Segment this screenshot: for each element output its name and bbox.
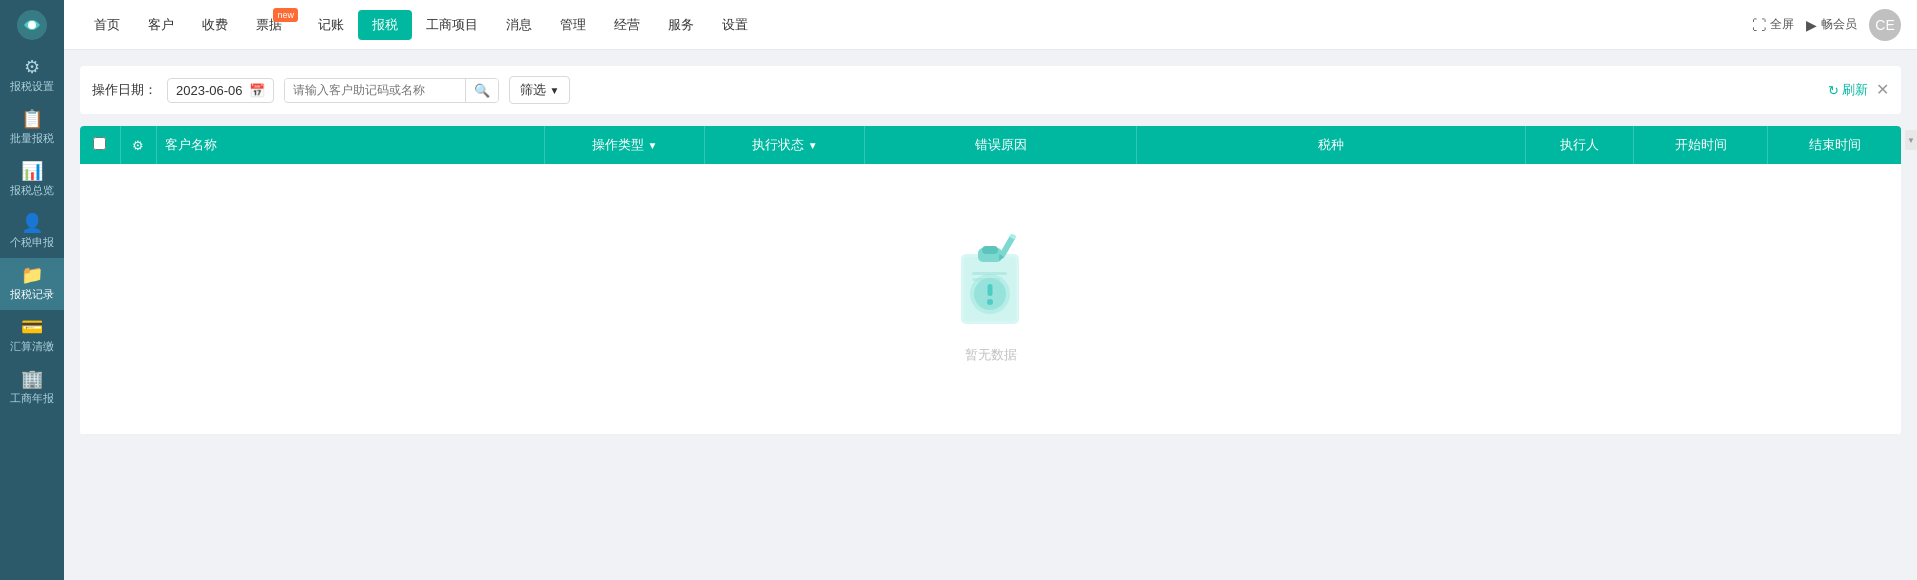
col-customer-name: 客户名称	[156, 126, 544, 164]
col-end-time: 结束时间	[1768, 126, 1901, 164]
search-button[interactable]: 🔍	[465, 79, 498, 102]
sidebar-item-huisuan-jiaona[interactable]: 💳 汇算清缴	[0, 310, 64, 362]
avatar[interactable]: CE	[1869, 9, 1901, 41]
member-icon: ▶	[1806, 17, 1817, 33]
sidebar-item-geshui-shenbao[interactable]: 👤 个税申报	[0, 206, 64, 258]
col-settings-header: ⚙	[120, 126, 156, 164]
sidebar-item-baoshui-shezhi[interactable]: ⚙ 报税设置	[0, 50, 64, 102]
sidebar-item-label: 报税总览	[10, 183, 54, 198]
batch-icon: 📋	[21, 110, 43, 128]
topnav-right: ⛶ 全屏 ▶ 畅会员 CE	[1752, 9, 1901, 41]
main-area: 首页 客户 收费 票据 new 记账 报税 工商项目 消息 管理 经营 服务 设…	[64, 0, 1917, 580]
svg-point-1	[28, 21, 36, 29]
fullscreen-button[interactable]: ⛶ 全屏	[1752, 16, 1794, 33]
nav-shoufei[interactable]: 收费	[188, 0, 242, 50]
personal-tax-icon: 👤	[21, 214, 43, 232]
close-button[interactable]: ✕	[1876, 82, 1889, 98]
col-exec-status: 执行状态 ▼	[705, 126, 865, 164]
col-operation-type: 操作类型 ▼	[544, 126, 704, 164]
sidebar: ⚙ 报税设置 📋 批量报税 📊 报税总览 👤 个税申报 📁 报税记录 💳 汇算清…	[0, 0, 64, 580]
empty-illustration	[946, 234, 1036, 334]
fullscreen-label: 全屏	[1770, 16, 1794, 33]
member-label: 畅会员	[1821, 16, 1857, 33]
avatar-text: CE	[1875, 17, 1894, 33]
sort-icon: ▼	[808, 140, 818, 151]
sidebar-item-baoshui-zonglan[interactable]: 📊 报税总览	[0, 154, 64, 206]
nav-shezhi[interactable]: 设置	[708, 0, 762, 50]
svg-point-9	[987, 299, 993, 305]
page-body: 操作日期： 2023-06-06 📅 🔍 筛选 ▼ ↻ 刷新 ✕	[64, 50, 1917, 580]
sort-icon: ▼	[647, 140, 657, 151]
col-tax-type: 税种	[1137, 126, 1525, 164]
sidebar-item-piliang-baoshui[interactable]: 📋 批量报税	[0, 102, 64, 154]
search-box: 🔍	[284, 78, 499, 103]
overview-icon: 📊	[21, 162, 43, 180]
top-navigation: 首页 客户 收费 票据 new 记账 报税 工商项目 消息 管理 经营 服务 设…	[64, 0, 1917, 50]
data-table: ⚙ 客户名称 操作类型 ▼ 执行状态 ▼	[80, 126, 1901, 435]
empty-state-cell: 暂无数据	[80, 164, 1901, 435]
nav-guanli[interactable]: 管理	[546, 0, 600, 50]
search-input[interactable]	[285, 79, 465, 101]
nav-customer[interactable]: 客户	[134, 0, 188, 50]
col-checkbox	[80, 126, 120, 164]
col-start-time: 开始时间	[1634, 126, 1768, 164]
member-button[interactable]: ▶ 畅会员	[1806, 16, 1857, 33]
refresh-icon: ↻	[1828, 83, 1839, 98]
sidebar-item-label: 报税设置	[10, 79, 54, 94]
sidebar-item-label: 个税申报	[10, 235, 54, 250]
nav-piaoju[interactable]: 票据 new	[242, 0, 304, 50]
sidebar-item-baoshui-jilu[interactable]: 📁 报税记录	[0, 258, 64, 310]
filter-button[interactable]: 筛选 ▼	[509, 76, 571, 104]
toolbar-right: ↻ 刷新 ✕	[1828, 81, 1889, 99]
sidebar-logo	[0, 0, 64, 50]
fullscreen-icon: ⛶	[1752, 17, 1766, 33]
chevron-down-icon: ▼	[550, 85, 560, 96]
empty-state: 暂无数据	[88, 174, 1893, 424]
nav-jizhang[interactable]: 记账	[304, 0, 358, 50]
record-icon: 📁	[21, 266, 43, 284]
sidebar-item-label: 批量报税	[10, 131, 54, 146]
sidebar-item-gongshang-nianbao[interactable]: 🏢 工商年报	[0, 362, 64, 414]
col-executor: 执行人	[1525, 126, 1634, 164]
settings-icon: ⚙	[24, 58, 40, 76]
filter-label: 筛选	[520, 81, 546, 99]
date-label: 操作日期：	[92, 81, 157, 99]
empty-text: 暂无数据	[965, 346, 1017, 364]
toolbar: 操作日期： 2023-06-06 📅 🔍 筛选 ▼ ↻ 刷新 ✕	[80, 66, 1901, 114]
nav-fuwu[interactable]: 服务	[654, 0, 708, 50]
svg-rect-8	[987, 284, 992, 296]
payment-icon: 💳	[21, 318, 43, 336]
refresh-button[interactable]: ↻ 刷新	[1828, 81, 1868, 99]
sidebar-item-label: 汇算清缴	[10, 339, 54, 354]
sidebar-item-label: 报税记录	[10, 287, 54, 302]
select-all-checkbox[interactable]	[93, 137, 106, 150]
calendar-icon: 📅	[249, 83, 265, 98]
nav-home[interactable]: 首页	[80, 0, 134, 50]
svg-rect-13	[972, 272, 1007, 275]
data-table-wrap: ⚙ 客户名称 操作类型 ▼ 执行状态 ▼	[80, 126, 1901, 435]
nav-jingying[interactable]: 经营	[600, 0, 654, 50]
nav-baoshui[interactable]: 报税	[358, 10, 412, 40]
svg-rect-5	[982, 246, 998, 254]
nav-gongshang-xiangmu[interactable]: 工商项目	[412, 0, 492, 50]
new-badge: new	[273, 8, 298, 23]
sidebar-item-label: 工商年报	[10, 391, 54, 406]
refresh-label: 刷新	[1842, 81, 1868, 99]
date-value: 2023-06-06	[176, 83, 243, 98]
column-settings-icon[interactable]: ⚙	[132, 138, 144, 153]
annual-report-icon: 🏢	[21, 370, 43, 388]
col-error-reason: 错误原因	[865, 126, 1137, 164]
svg-rect-14	[972, 278, 1000, 281]
nav-xiaoxi[interactable]: 消息	[492, 0, 546, 50]
search-icon: 🔍	[474, 83, 490, 98]
date-picker[interactable]: 2023-06-06 📅	[167, 78, 274, 103]
